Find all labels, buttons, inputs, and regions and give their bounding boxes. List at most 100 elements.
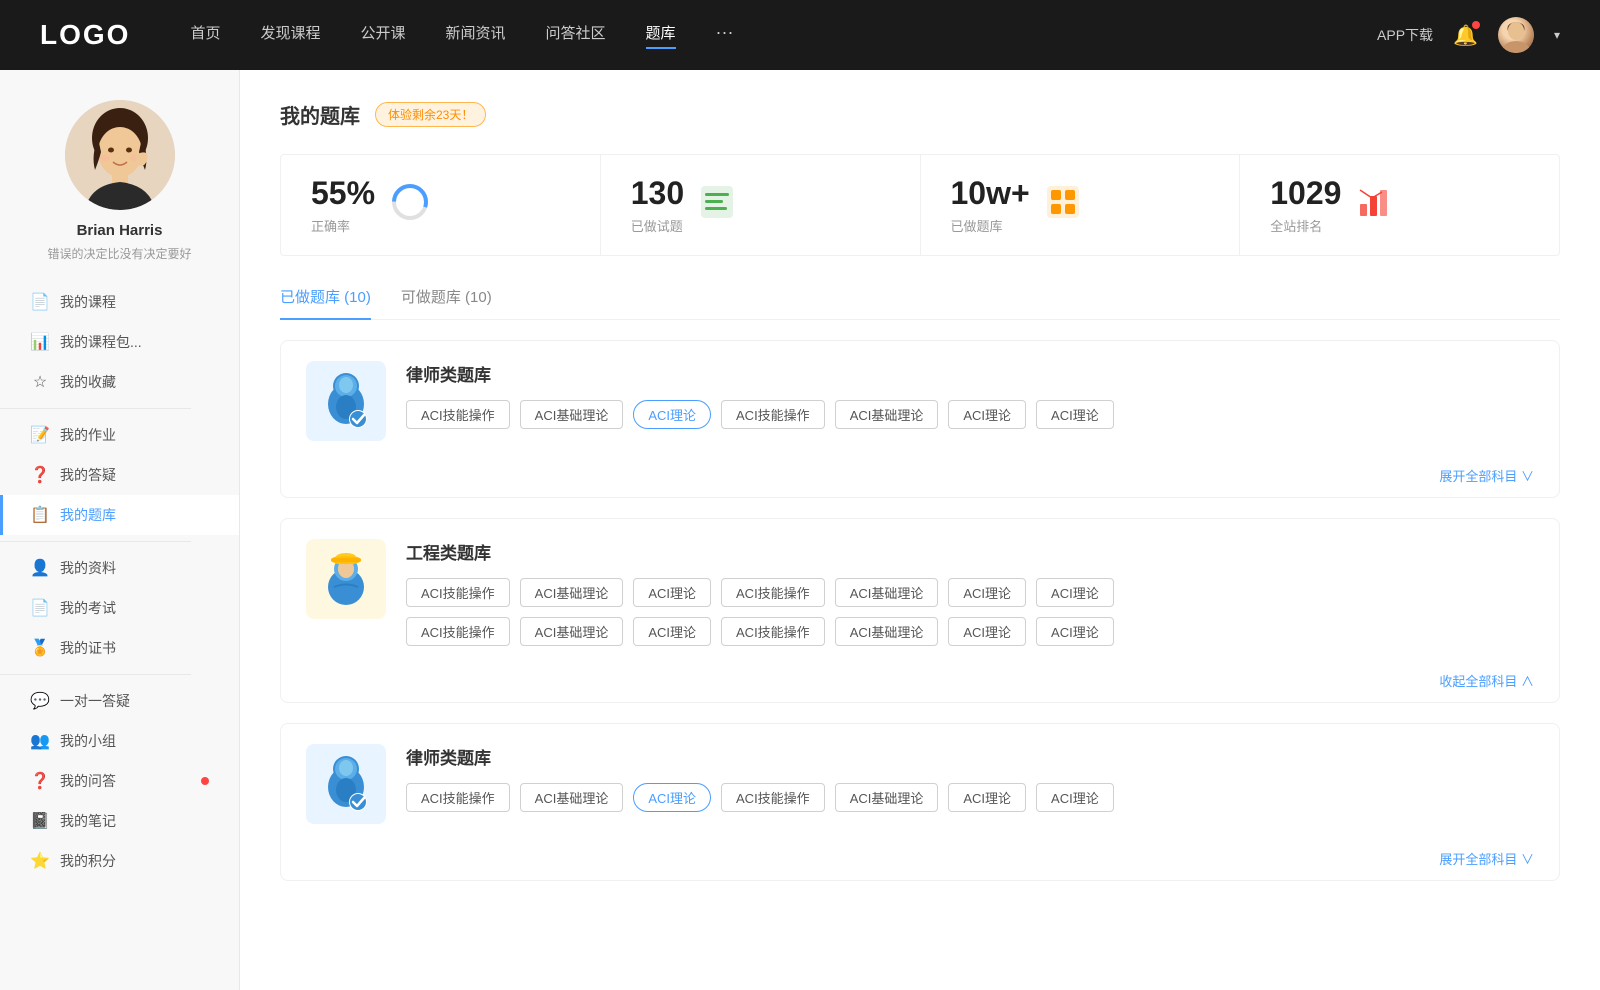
app-download-button[interactable]: APP下载 [1377,25,1433,45]
sidebar-item-points[interactable]: ⭐ 我的积分 [0,841,239,881]
sidebar-item-notes[interactable]: 📓 我的笔记 [0,801,239,841]
sidebar-item-questions[interactable]: ❓ 我的答疑 [0,455,239,495]
stat-site-rank-text: 1029 全站排名 [1270,175,1341,235]
sidebar-item-homework-label: 我的作业 [60,425,116,445]
group-icon: 👥 [30,731,50,751]
tab-done-banks[interactable]: 已做题库 (10) [280,286,371,319]
sidebar-item-exam[interactable]: 📄 我的考试 [0,588,239,628]
qbank-tag-2-r1-6[interactable]: ACI理论 [1036,578,1114,607]
qbank-tag-1-3[interactable]: ACI技能操作 [721,400,825,429]
qbank-tag-3-6[interactable]: ACI理论 [1036,783,1114,812]
qbank-tag-2-r2-5[interactable]: ACI理论 [948,617,1026,646]
nav-link-qa[interactable]: 问答社区 [546,22,606,49]
qbank-tag-3-2[interactable]: ACI理论 [633,783,711,812]
stat-banks-done-label: 已做题库 [951,216,1030,235]
qbank-tag-2-r2-4[interactable]: ACI基础理论 [835,617,939,646]
avatar-image [1498,17,1534,53]
stat-site-rank-label: 全站排名 [1270,216,1341,235]
notification-bell[interactable]: 🔔 [1453,23,1478,48]
qbank-info-3: 律师类题库 ACI技能操作 ACI基础理论 ACI理论 ACI技能操作 ACI基… [406,744,1534,812]
nav-link-news[interactable]: 新闻资讯 [446,22,506,49]
sidebar-item-group[interactable]: 👥 我的小组 [0,721,239,761]
qbank-tag-1-6[interactable]: ACI理论 [1036,400,1114,429]
nav-link-more[interactable]: ··· [716,22,734,49]
notification-dot [1472,21,1480,29]
qbank-tag-2-r1-4[interactable]: ACI基础理论 [835,578,939,607]
sidebar-item-course-package-label: 我的课程包... [60,332,142,352]
nav-link-questionbank[interactable]: 题库 [646,22,676,49]
content-area: 我的题库 体验剩余23天！ 55% 正确率 [240,70,1600,990]
nav-link-home[interactable]: 首页 [190,22,220,49]
sidebar-divider-2 [0,541,191,542]
nav-dropdown-arrow[interactable]: ▾ [1554,28,1560,42]
stat-accuracy-label: 正确率 [311,216,375,235]
trial-badge: 体验剩余23天！ [375,102,486,127]
qbank-tag-2-r2-6[interactable]: ACI理论 [1036,617,1114,646]
qbank-tag-2-r2-1[interactable]: ACI基础理论 [520,617,624,646]
questions-icon: ❓ [30,465,50,485]
qbank-tag-1-0[interactable]: ACI技能操作 [406,400,510,429]
qbank-tag-3-4[interactable]: ACI基础理论 [835,783,939,812]
qbank-tag-3-0[interactable]: ACI技能操作 [406,783,510,812]
qbank-tag-2-r1-0[interactable]: ACI技能操作 [406,578,510,607]
engineer-svg [316,547,376,612]
points-icon: ⭐ [30,851,50,871]
qbank-tag-3-5[interactable]: ACI理论 [948,783,1026,812]
qbank-tag-1-4[interactable]: ACI基础理论 [835,400,939,429]
qbank-tag-2-r2-3[interactable]: ACI技能操作 [721,617,825,646]
list-svg [699,184,735,220]
qbank-info-1: 律师类题库 ACI技能操作 ACI基础理论 ACI理论 ACI技能操作 ACI基… [406,361,1534,429]
qbank-collapse-2[interactable]: 收起全部科目 ∧ [281,666,1559,702]
sidebar-item-profile[interactable]: 👤 我的资料 [0,548,239,588]
sidebar-item-questionbank[interactable]: 📋 我的题库 [0,495,239,535]
qbank-tag-2-r2-0[interactable]: ACI技能操作 [406,617,510,646]
sidebar-item-tutoring[interactable]: 💬 一对一答疑 [0,681,239,721]
pie-chart-svg [390,182,430,222]
lawyer-svg-1 [316,369,376,434]
sidebar-user-motto: 错误的决定比没有决定要好 [47,245,191,262]
user-avatar-container [65,100,175,210]
sidebar-item-favorites[interactable]: ☆ 我的收藏 [0,362,239,402]
qbank-card-lawyer-1: 律师类题库 ACI技能操作 ACI基础理论 ACI理论 ACI技能操作 ACI基… [280,340,1560,498]
exam-icon: 📄 [30,598,50,618]
qbank-expand-1[interactable]: 展开全部科目 ∨ [281,461,1559,497]
main-layout: Brian Harris 错误的决定比没有决定要好 📄 我的课程 📊 我的课程包… [0,70,1600,990]
sidebar-item-course[interactable]: 📄 我的课程 [0,282,239,322]
lawyer-icon-wrap-2 [306,744,386,824]
qbank-tag-2-r1-5[interactable]: ACI理论 [948,578,1026,607]
sidebar-item-exam-label: 我的考试 [60,598,116,618]
certificate-icon: 🏅 [30,638,50,658]
sidebar-item-homework[interactable]: 📝 我的作业 [0,415,239,455]
qbank-tag-3-3[interactable]: ACI技能操作 [721,783,825,812]
nav-link-opencourse[interactable]: 公开课 [360,22,405,49]
my-qa-icon: ❓ [30,771,50,791]
bar-svg [1356,184,1392,220]
qbank-expand-3[interactable]: 展开全部科目 ∨ [281,844,1559,880]
qbank-tag-2-r2-2[interactable]: ACI理论 [633,617,711,646]
sidebar-item-my-qa[interactable]: ❓ 我的问答 [0,761,239,801]
sidebar-user-name: Brian Harris [77,222,163,239]
tab-available-banks[interactable]: 可做题库 (10) [401,286,492,319]
stat-banks-done: 10w+ 已做题库 [921,155,1241,255]
qbank-tag-1-5[interactable]: ACI理论 [948,400,1026,429]
sidebar-item-course-package[interactable]: 📊 我的课程包... [0,322,239,362]
qbank-tag-2-r1-2[interactable]: ACI理论 [633,578,711,607]
qbank-tag-2-r1-1[interactable]: ACI基础理论 [520,578,624,607]
stat-accuracy: 55% 正确率 [281,155,601,255]
nav-link-discover[interactable]: 发现课程 [260,22,320,49]
qbank-tag-1-1[interactable]: ACI基础理论 [520,400,624,429]
qbank-tag-3-1[interactable]: ACI基础理论 [520,783,624,812]
stat-questions-done-value: 130 [631,175,684,212]
sidebar-item-course-label: 我的课程 [60,292,116,312]
avatar-svg [1498,17,1534,53]
qbank-tags-row1-2: ACI技能操作 ACI基础理论 ACI理论 ACI技能操作 ACI基础理论 AC… [406,578,1534,607]
stat-banks-done-value: 10w+ [951,175,1030,212]
user-avatar-nav[interactable] [1498,17,1534,53]
favorites-icon: ☆ [30,372,50,392]
lawyer-icon-wrap-1 [306,361,386,441]
grid-chart-icon [1045,184,1081,227]
qbank-name-2: 工程类题库 [406,539,1534,564]
qbank-tag-1-2[interactable]: ACI理论 [633,400,711,429]
sidebar-item-certificate[interactable]: 🏅 我的证书 [0,628,239,668]
qbank-tag-2-r1-3[interactable]: ACI技能操作 [721,578,825,607]
